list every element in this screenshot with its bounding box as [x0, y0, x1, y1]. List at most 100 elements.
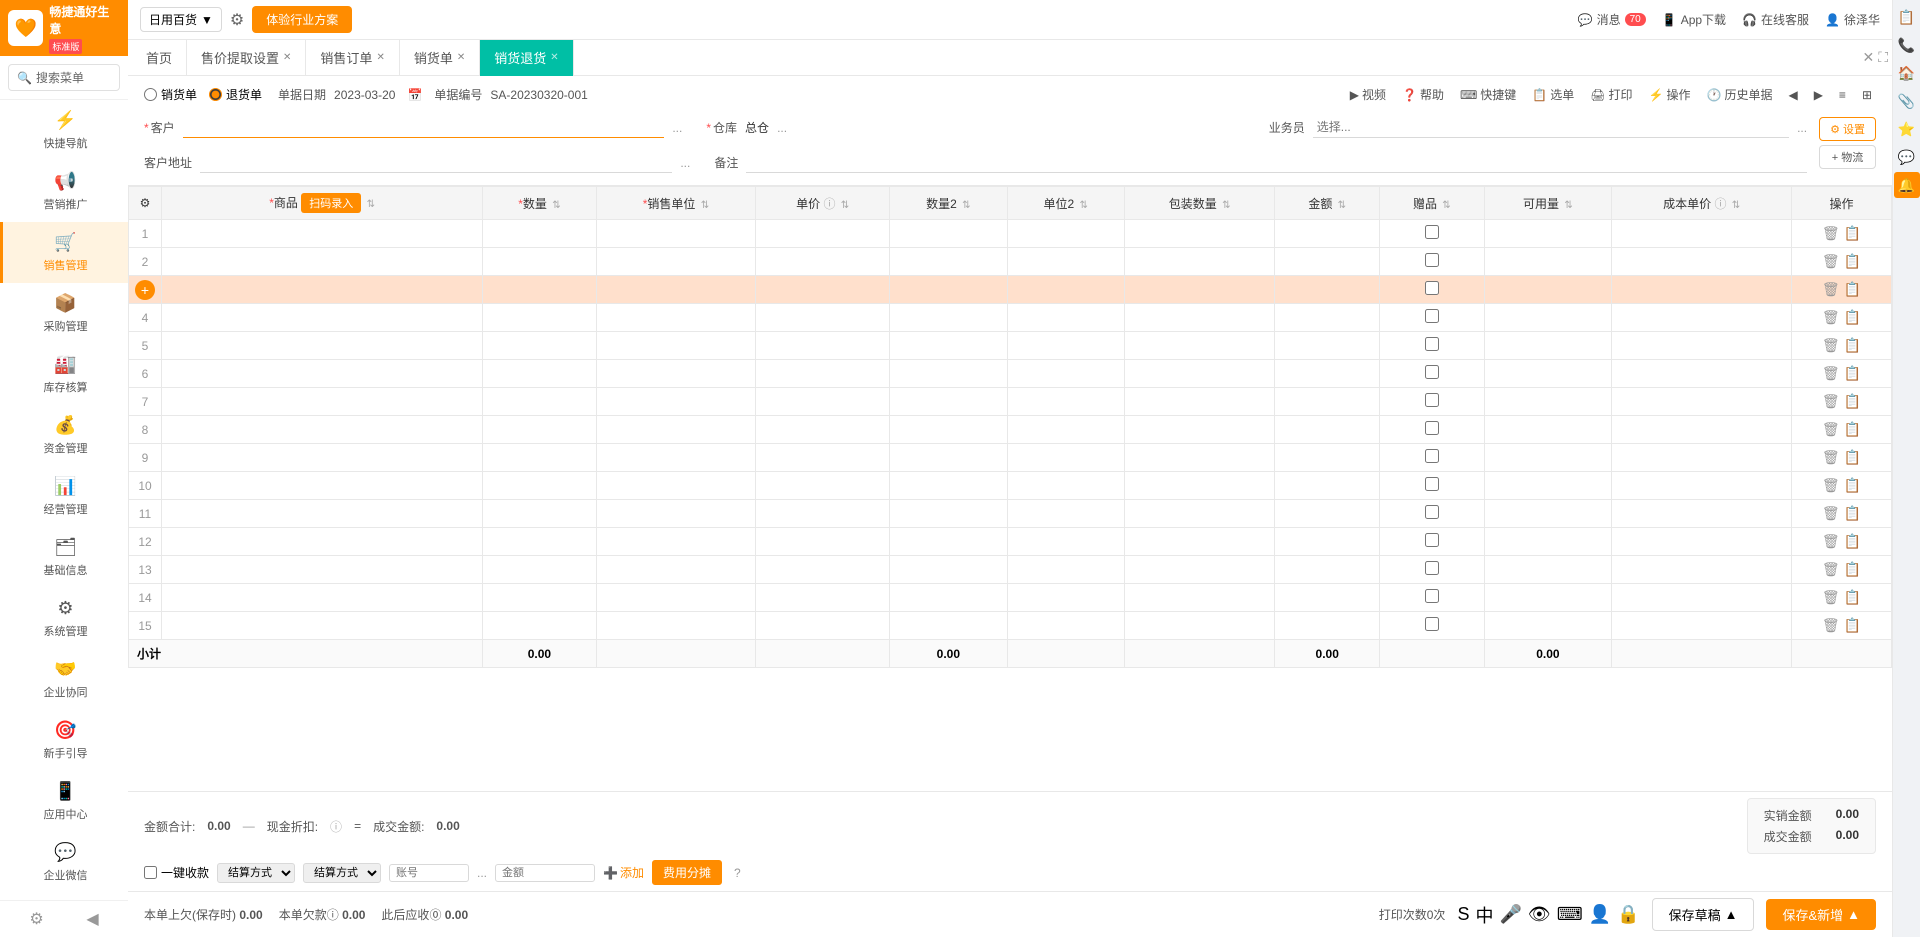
- right-tool-link[interactable]: 📎: [1894, 88, 1920, 114]
- delete-row-button[interactable]: 🗑: [1822, 421, 1840, 438]
- account-input[interactable]: [389, 864, 469, 882]
- cost-cell[interactable]: [1612, 248, 1792, 276]
- copy-row-button[interactable]: 📋: [1844, 421, 1861, 438]
- price-sort-icon[interactable]: ⇅: [841, 200, 849, 211]
- sidebar-item-purchase[interactable]: 📦 采购管理: [0, 283, 128, 344]
- product-sort-icon[interactable]: ⇅: [367, 199, 375, 210]
- avail-sort-icon[interactable]: ⇅: [1564, 200, 1572, 211]
- save-new-button[interactable]: 保存&新增 ▲: [1766, 899, 1876, 930]
- price-info-icon[interactable]: ⓘ: [823, 197, 835, 211]
- app-download-item[interactable]: 📱 App下载: [1662, 11, 1726, 28]
- sidebar-item-sales[interactable]: 🛒 销售管理: [0, 222, 128, 283]
- radio-return-input[interactable]: [209, 88, 222, 101]
- delete-row-button[interactable]: 🗑: [1822, 589, 1840, 606]
- unit-cell[interactable]: [596, 248, 755, 276]
- delete-row-button[interactable]: 🗑: [1822, 309, 1840, 326]
- copy-row-button[interactable]: 📋: [1844, 253, 1861, 270]
- add-row-button[interactable]: +: [135, 280, 155, 300]
- amount-sort-icon[interactable]: ⇅: [1338, 200, 1346, 211]
- amount-cell[interactable]: [1275, 276, 1380, 304]
- qty-cell[interactable]: [483, 248, 597, 276]
- fee-split-button[interactable]: 费用分摊: [652, 860, 722, 885]
- delete-row-button[interactable]: 🗑: [1822, 225, 1840, 242]
- qty-cell[interactable]: [483, 220, 597, 248]
- pkg-cell[interactable]: [1124, 248, 1275, 276]
- tab-sales-return[interactable]: 销货退货 ✕: [480, 40, 573, 76]
- customer-input[interactable]: [183, 117, 665, 138]
- dropdown-arrow[interactable]: ▲: [1847, 907, 1860, 922]
- close-tab-sales-delivery[interactable]: ✕: [457, 52, 465, 63]
- unit2-cell[interactable]: [1007, 220, 1124, 248]
- select-order-button[interactable]: 📋 选单: [1528, 84, 1578, 105]
- search-menu-button[interactable]: 🔍 搜索菜单: [8, 64, 120, 91]
- product-cell[interactable]: [162, 220, 483, 248]
- settings-button[interactable]: ⚙ 设置: [1819, 117, 1876, 141]
- right-tool-chat[interactable]: 💬: [1894, 144, 1920, 170]
- calc-method-select[interactable]: 结算方式: [303, 863, 381, 883]
- gift-checkbox[interactable]: [1425, 253, 1439, 267]
- qty2-cell[interactable]: [890, 276, 1007, 304]
- unit2-cell[interactable]: [1007, 276, 1124, 304]
- chinese-input-button[interactable]: 中: [1475, 902, 1493, 928]
- qty2-cell[interactable]: [890, 248, 1007, 276]
- price-cell[interactable]: [756, 276, 890, 304]
- fee-help-button[interactable]: ?: [730, 864, 745, 882]
- qty2-sort-icon[interactable]: ⇅: [962, 200, 970, 211]
- payment-amount-input[interactable]: [495, 864, 595, 882]
- payment-checkbox-input[interactable]: [144, 866, 157, 879]
- sidebar-item-member[interactable]: 👑 畅会员: [0, 893, 128, 900]
- settlement-method-select[interactable]: 结算方式: [217, 863, 295, 883]
- delete-row-button[interactable]: 🗑: [1822, 477, 1840, 494]
- print-button[interactable]: 🖨 打印: [1586, 84, 1636, 105]
- maximize-button[interactable]: ⛶: [1878, 49, 1888, 66]
- product-input[interactable]: [168, 283, 476, 297]
- unit-sort-icon[interactable]: ⇅: [701, 200, 709, 211]
- delete-row-button[interactable]: 🗑: [1822, 253, 1840, 270]
- history-button[interactable]: 🕐 历史单据: [1702, 84, 1776, 105]
- price-cell[interactable]: [756, 248, 890, 276]
- delete-row-button[interactable]: 🗑: [1822, 561, 1840, 578]
- copy-row-button[interactable]: 📋: [1844, 393, 1861, 410]
- date-picker-button[interactable]: 📅: [403, 86, 426, 104]
- unit2-sort-icon[interactable]: ⇅: [1080, 200, 1088, 211]
- cost-sort-icon[interactable]: ⇅: [1732, 200, 1740, 211]
- price-cell[interactable]: [756, 220, 890, 248]
- collapse-button[interactable]: ◀: [86, 909, 98, 929]
- discount-info-icon[interactable]: ⓘ: [330, 818, 342, 835]
- user-avatar-item[interactable]: 👤 徐泽华: [1825, 11, 1880, 28]
- eye-button[interactable]: 👁: [1528, 902, 1551, 928]
- address-input[interactable]: [200, 152, 672, 173]
- copy-row-button[interactable]: 📋: [1844, 281, 1861, 298]
- message-item[interactable]: 💬 消息 70: [1578, 11, 1646, 28]
- sidebar-item-inventory[interactable]: 🏭 库存核算: [0, 344, 128, 405]
- keyboard-button[interactable]: ⌨: [1557, 902, 1583, 928]
- one-click-payment-checkbox[interactable]: 一键收款: [144, 864, 209, 881]
- shortcut-button[interactable]: ⌨ 快捷键: [1456, 84, 1520, 105]
- gift-cell[interactable]: [1380, 220, 1485, 248]
- radio-sales[interactable]: 销货单: [144, 86, 197, 103]
- qty-cell[interactable]: [483, 276, 597, 304]
- address-dots[interactable]: ...: [680, 156, 690, 170]
- delete-row-button[interactable]: 🗑: [1822, 449, 1840, 466]
- copy-row-button[interactable]: 📋: [1844, 365, 1861, 382]
- sidebar-item-basic[interactable]: 🗂 基础信息: [0, 527, 128, 588]
- copy-row-button[interactable]: 📋: [1844, 225, 1861, 242]
- tab-home[interactable]: 首页: [132, 40, 187, 76]
- close-tab-sales-return[interactable]: ✕: [550, 52, 558, 63]
- delete-row-button[interactable]: 🗑: [1822, 365, 1840, 382]
- pkg-cell[interactable]: [1124, 276, 1275, 304]
- close-all-tabs-button[interactable]: ✕: [1862, 49, 1874, 66]
- operate-button[interactable]: ⚡ 操作: [1645, 84, 1695, 105]
- sidebar-item-finance[interactable]: 💰 资金管理: [0, 405, 128, 466]
- sidebar-item-operation[interactable]: 📊 经营管理: [0, 466, 128, 527]
- delete-row-button[interactable]: 🗑: [1822, 505, 1840, 522]
- close-tab-price-setting[interactable]: ✕: [283, 52, 291, 63]
- qty2-cell[interactable]: [890, 220, 1007, 248]
- gift-cell[interactable]: [1380, 276, 1485, 304]
- cost-info-icon[interactable]: ⓘ: [1714, 197, 1726, 211]
- prev-record-button[interactable]: ◀: [1784, 86, 1801, 104]
- copy-row-button[interactable]: 📋: [1844, 533, 1861, 550]
- tab-price-setting[interactable]: 售价提取设置 ✕: [187, 40, 306, 76]
- video-button[interactable]: ▶ 视频: [1346, 84, 1390, 105]
- experience-btn[interactable]: 体验行业方案: [252, 6, 352, 33]
